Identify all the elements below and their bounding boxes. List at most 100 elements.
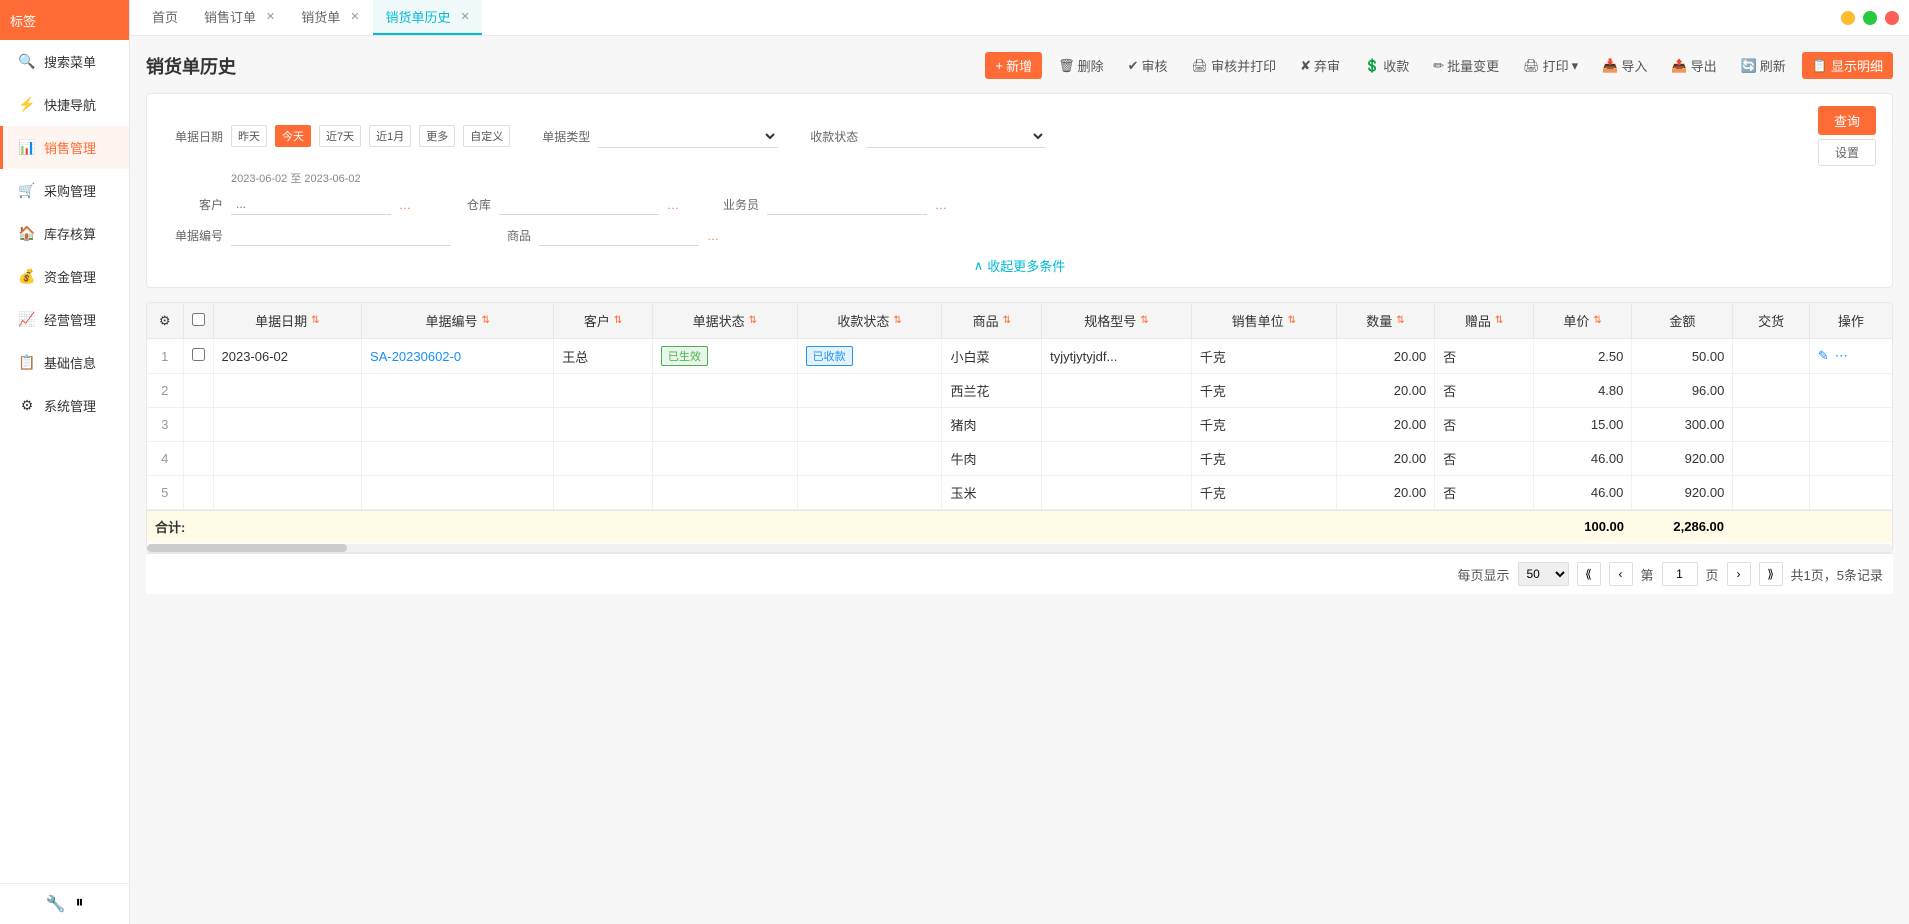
col-gift[interactable]: 赠品 ⇅ xyxy=(1435,303,1534,339)
last-page-btn[interactable]: ⟫ xyxy=(1759,562,1783,586)
row-checkbox-cell[interactable] xyxy=(183,476,213,510)
row-checkbox-cell[interactable] xyxy=(183,374,213,408)
col-doc-no[interactable]: 单据编号 ⇅ xyxy=(362,303,554,339)
salesperson-input[interactable] xyxy=(767,194,927,215)
window-maximize[interactable] xyxy=(1863,11,1877,25)
customer-ellipsis[interactable]: … xyxy=(399,198,411,212)
sidebar-bottom-icon1[interactable]: 🔧 xyxy=(46,894,66,914)
add-button[interactable]: + 新增 xyxy=(985,52,1042,79)
salesperson-ellipsis[interactable]: … xyxy=(935,198,947,212)
cell-spec xyxy=(1042,408,1192,442)
next-page-btn[interactable]: › xyxy=(1727,562,1751,586)
gear-icon: ⚙ xyxy=(18,397,36,415)
row-checkbox-cell[interactable] xyxy=(183,442,213,476)
col-doc-status[interactable]: 单据状态 ⇅ xyxy=(652,303,797,339)
page-title: 销货单历史 xyxy=(146,53,236,79)
col-price[interactable]: 单价 ⇅ xyxy=(1533,303,1632,339)
receive-button[interactable]: 💲 收款 xyxy=(1356,52,1417,79)
7days-btn[interactable]: 近7天 xyxy=(319,125,361,147)
today-btn[interactable]: 今天 xyxy=(275,125,311,147)
sidebar-item-sales-mgmt[interactable]: 📊 销售管理 xyxy=(0,126,129,169)
ops-icon: 📈 xyxy=(18,311,36,329)
show-detail-button[interactable]: 📋 显示明细 xyxy=(1802,52,1893,79)
row-checkbox[interactable] xyxy=(192,348,205,361)
customer-input[interactable] xyxy=(231,194,391,215)
row-checkbox-cell[interactable] xyxy=(183,408,213,442)
tab-sales-delivery-close[interactable]: ✕ xyxy=(350,10,359,23)
more-btn[interactable]: ⋯ xyxy=(1835,348,1848,364)
sidebar-item-quick-nav[interactable]: ⚡ 快捷导航 xyxy=(0,83,129,126)
window-minimize[interactable] xyxy=(1841,11,1855,25)
doc-icon: 📋 xyxy=(18,354,36,372)
export-button[interactable]: 📤 导出 xyxy=(1663,52,1724,79)
sidebar-item-basic-info[interactable]: 📋 基础信息 xyxy=(0,341,129,384)
tab-home[interactable]: 首页 xyxy=(140,0,190,35)
batch-change-button[interactable]: ✏ 批量变更 xyxy=(1425,52,1507,79)
import-button[interactable]: 📥 导入 xyxy=(1594,52,1655,79)
tab-sales-delivery[interactable]: 销货单 ✕ xyxy=(289,0,371,35)
row-checkbox-cell[interactable] xyxy=(183,339,213,374)
cell-date xyxy=(213,374,362,408)
window-close[interactable] xyxy=(1885,11,1899,25)
query-button[interactable]: 查询 xyxy=(1818,106,1876,135)
sidebar-item-finance[interactable]: 💰 资金管理 xyxy=(0,255,129,298)
sidebar-item-label: 库存核算 xyxy=(44,224,96,243)
1month-btn[interactable]: 近1月 xyxy=(369,125,411,147)
scrollbar-thumb[interactable] xyxy=(147,544,347,552)
goods-input[interactable] xyxy=(539,225,699,246)
sidebar-item-operations[interactable]: 📈 经营管理 xyxy=(0,298,129,341)
per-page-select[interactable]: 50 20 100 xyxy=(1518,562,1569,586)
prev-page-btn[interactable]: ‹ xyxy=(1609,562,1633,586)
col-customer[interactable]: 客户 ⇅ xyxy=(554,303,653,339)
sidebar-item-purchase-mgmt[interactable]: 🛒 采购管理 xyxy=(0,169,129,212)
refresh-button[interactable]: 🔄 刷新 xyxy=(1733,52,1794,79)
custom-btn[interactable]: 自定义 xyxy=(463,125,510,147)
pagination: 每页显示 50 20 100 ⟪ ‹ 第 页 › ⟫ 共1页，5条记录 xyxy=(146,553,1893,594)
cell-action xyxy=(1809,476,1892,510)
tab-sales-order[interactable]: 销售订单 ✕ xyxy=(192,0,287,35)
col-qty[interactable]: 数量 ⇅ xyxy=(1336,303,1435,339)
delete-button[interactable]: 🗑 删除 xyxy=(1050,52,1112,79)
audit-print-button[interactable]: 🖨 审核并打印 xyxy=(1184,52,1285,79)
yesterday-btn[interactable]: 昨天 xyxy=(231,125,267,147)
first-page-btn[interactable]: ⟪ xyxy=(1577,562,1601,586)
col-checkbox[interactable] xyxy=(183,303,213,339)
filter-row-3: 单据编号 商品 … xyxy=(163,225,1876,246)
sidebar-item-inventory[interactable]: 🏠 库存核算 xyxy=(0,212,129,255)
collapse-button[interactable]: ∧ 收起更多条件 xyxy=(974,256,1066,275)
cell-doc-status: 已生效 xyxy=(652,339,797,374)
tab-sales-order-close[interactable]: ✕ xyxy=(266,10,275,23)
edit-btn[interactable]: ✎ xyxy=(1818,348,1829,364)
tab-sales-history-close[interactable]: ✕ xyxy=(461,10,470,23)
sidebar-bottom-icon2[interactable]: ⏸ xyxy=(75,894,83,914)
col-spec[interactable]: 规格型号 ⇅ xyxy=(1042,303,1192,339)
doc-no-input[interactable] xyxy=(231,225,451,246)
discard-button[interactable]: ✘ 弃审 xyxy=(1292,52,1348,79)
set-button[interactable]: 设置 xyxy=(1818,139,1876,166)
audit-button[interactable]: ✔ 审核 xyxy=(1120,52,1176,79)
type-select[interactable] xyxy=(598,125,778,148)
cell-unit: 千克 xyxy=(1191,476,1336,510)
col-amount[interactable]: 金额 xyxy=(1632,303,1733,339)
warehouse-ellipsis[interactable]: … xyxy=(667,198,679,212)
warehouse-input[interactable] xyxy=(499,194,659,215)
goods-ellipsis[interactable]: … xyxy=(707,229,719,243)
col-unit[interactable]: 销售单位 ⇅ xyxy=(1191,303,1336,339)
horizontal-scrollbar[interactable] xyxy=(147,544,1892,552)
sidebar-item-system-mgmt[interactable]: ⚙ 系统管理 xyxy=(0,384,129,427)
more-btn[interactable]: 更多 xyxy=(419,125,455,147)
col-date[interactable]: 单据日期 ⇅ xyxy=(213,303,362,339)
select-all-checkbox[interactable] xyxy=(192,313,205,326)
cell-date: 2023-06-02 xyxy=(213,339,362,374)
page-number-input[interactable] xyxy=(1662,562,1698,586)
col-goods[interactable]: 商品 ⇅ xyxy=(942,303,1042,339)
pay-status-select[interactable] xyxy=(866,125,1046,148)
sidebar-item-search-menu[interactable]: 🔍 搜索菜单 xyxy=(0,40,129,83)
table-scroll: ⚙ 单据日期 ⇅ 单据编号 ⇅ xyxy=(147,303,1892,510)
doc-no-link[interactable]: SA-20230602-0 xyxy=(370,349,461,364)
col-settings[interactable]: ⚙ xyxy=(147,303,183,339)
col-pay-status[interactable]: 收款状态 ⇅ xyxy=(797,303,942,339)
print-button[interactable]: 🖨 打印 ▾ xyxy=(1515,52,1586,79)
tab-sales-history[interactable]: 销货单历史 ✕ xyxy=(373,0,481,35)
col-trade[interactable]: 交货 xyxy=(1733,303,1810,339)
